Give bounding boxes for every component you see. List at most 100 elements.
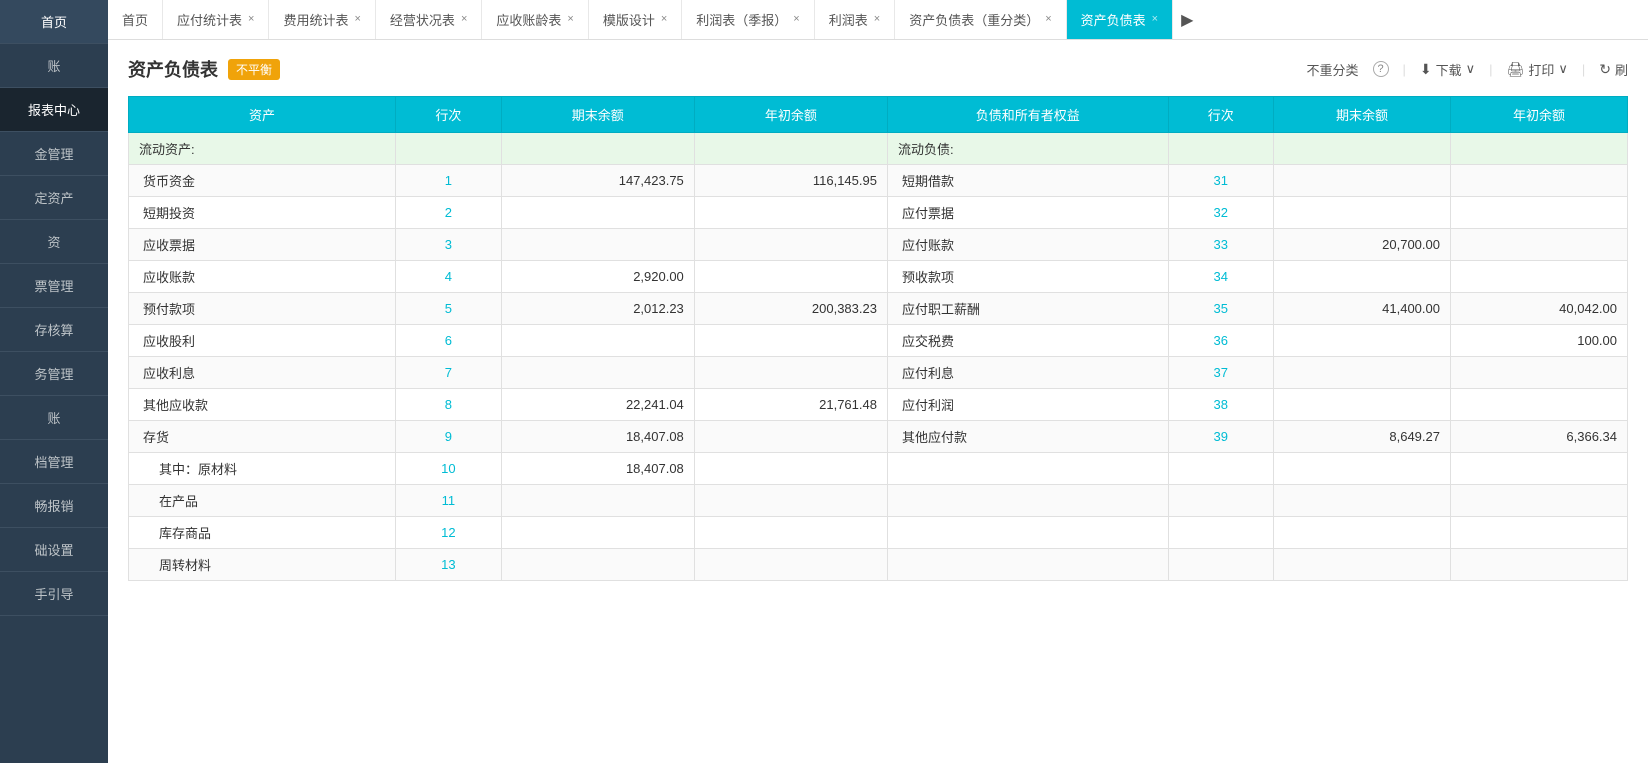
table-row[interactable]: 周转材料 13 [129,549,1628,581]
tab-scroll-right[interactable]: ▶ [1173,0,1201,39]
left-label: 存货 [129,421,396,453]
tab-operation-label: 经营状况表 [390,10,455,29]
tab-profit[interactable]: 利润表 × [815,0,895,39]
sidebar-item-expense[interactable]: 畅报销 [0,484,108,528]
tab-bs-reclassify[interactable]: 资产负债表（重分类） × [895,0,1066,39]
left-label: 应收票据 [129,229,396,261]
right-year-start [1450,485,1627,517]
table-row[interactable]: 应收股利 6 应交税费 36 100.00 [129,325,1628,357]
download-arrow-icon: ∨ [1466,61,1476,77]
refresh-label: 刷 [1615,60,1628,79]
download-btn[interactable]: ⬇ 下载 ∨ [1420,60,1475,79]
sidebar-item-home[interactable]: 首页 [0,0,108,44]
sidebar-item-basic-settings[interactable]: 础设置 [0,528,108,572]
tab-template-close[interactable]: × [661,14,667,25]
left-row-num: 7 [396,357,502,389]
right-label: 应交税费 [887,325,1168,357]
sidebar-item-ticket-mgmt[interactable]: 票管理 [0,264,108,308]
tab-bs[interactable]: 资产负债表 × [1067,0,1173,39]
left-label: 库存商品 [129,517,396,549]
sidebar-item-fund-mgmt[interactable]: 金管理 [0,132,108,176]
help-icon[interactable]: ? [1373,61,1389,77]
right-row-num: 34 [1168,261,1274,293]
table-row[interactable]: 存货 9 18,407.08 其他应付款 39 8,649.27 6,366.3… [129,421,1628,453]
table-row[interactable]: 应收账款 4 2,920.00 预收款项 34 [129,261,1628,293]
refresh-icon: ↻ [1599,61,1611,78]
sidebar-item-task-mgmt[interactable]: 务管理 [0,352,108,396]
left-row-num: 8 [396,389,502,421]
tab-ap-stat[interactable]: 应付统计表 × [163,0,269,39]
sidebar-item-ledger[interactable]: 账 [0,396,108,440]
left-row-num: 10 [396,453,502,485]
sidebar-item-inventory[interactable]: 存核算 [0,308,108,352]
no-reclassify-btn[interactable]: 不重分类 [1306,60,1358,79]
left-row-num: 11 [396,485,502,517]
left-row-num: 2 [396,197,502,229]
right-row-num [1168,517,1274,549]
report-table: 资产 行次 期末余额 年初余额 负债和所有者权益 行次 期末余额 年初余额 流动… [128,96,1628,581]
col-row-num-right: 行次 [1168,97,1274,133]
left-label: 其中：原材料 [129,453,396,485]
tab-home[interactable]: 首页 [108,0,163,39]
sidebar-item-assets[interactable]: 资 [0,220,108,264]
tab-bs-close[interactable]: × [1152,14,1158,25]
table-row[interactable]: 其中：原材料 10 18,407.08 [129,453,1628,485]
left-year-start: 21,761.48 [694,389,887,421]
right-period-end: 20,700.00 [1274,229,1451,261]
print-btn[interactable]: 🖨 打印 ∨ [1507,60,1568,79]
tab-template[interactable]: 模版设计 × [589,0,682,39]
right-year-start: 100.00 [1450,325,1627,357]
sidebar-item-fixed-assets[interactable]: 定资产 [0,176,108,220]
right-label: 其他应付款 [887,421,1168,453]
download-label: 下载 [1436,60,1462,79]
tab-ap-stat-close[interactable]: × [248,14,254,25]
content-area: 资产负债表 不平衡 不重分类 ? | ⬇ 下载 ∨ | 🖨 打印 ∨ | [108,40,1648,763]
download-icon: ⬇ [1420,61,1432,78]
right-period-end [1274,325,1451,357]
col-year-start-left: 年初余额 [694,97,887,133]
left-year-start [694,229,887,261]
refresh-btn[interactable]: ↻ 刷 [1599,60,1628,79]
right-period-end [1274,517,1451,549]
sidebar-item-account[interactable]: 账 [0,44,108,88]
table-row[interactable]: 应收利息 7 应付利息 37 [129,357,1628,389]
tab-profit-close[interactable]: × [874,14,880,25]
right-year-start [1450,357,1627,389]
left-year-start [694,549,887,581]
tab-profit-q-close[interactable]: × [793,14,799,25]
table-row[interactable]: 短期投资 2 应付票据 32 [129,197,1628,229]
col-period-end-right: 期末余额 [1274,97,1451,133]
tab-ar-age-close[interactable]: × [567,14,573,25]
tab-expense-stat-close[interactable]: × [354,14,360,25]
tab-ar-age-label: 应收账龄表 [496,10,561,29]
sidebar-item-guide[interactable]: 手引导 [0,572,108,616]
right-row-num: 37 [1168,357,1274,389]
table-row[interactable]: 在产品 11 [129,485,1628,517]
right-year-start [1450,453,1627,485]
tab-operation-close[interactable]: × [461,14,467,25]
table-row[interactable]: 库存商品 12 [129,517,1628,549]
left-year-start [694,485,887,517]
left-row-num: 3 [396,229,502,261]
right-period-end [1274,165,1451,197]
table-row[interactable]: 应收票据 3 应付账款 33 20,700.00 [129,229,1628,261]
tab-ar-age[interactable]: 应收账龄表 × [482,0,588,39]
sidebar-item-doc-mgmt[interactable]: 档管理 [0,440,108,484]
tab-expense-stat[interactable]: 费用统计表 × [269,0,375,39]
table-row[interactable]: 其他应收款 8 22,241.04 21,761.48 应付利润 38 [129,389,1628,421]
sidebar-item-report-center[interactable]: 报表中心 [0,88,108,132]
page-title: 资产负债表 [128,56,218,82]
print-arrow-icon: ∨ [1558,61,1568,77]
tab-operation[interactable]: 经营状况表 × [376,0,482,39]
left-period-end: 18,407.08 [501,453,694,485]
table-row[interactable]: 预付款项 5 2,012.23 200,383.23 应付职工薪酬 35 41,… [129,293,1628,325]
right-year-start [1450,197,1627,229]
left-row-num: 4 [396,261,502,293]
left-label: 预付款项 [129,293,396,325]
table-row[interactable]: 货币资金 1 147,423.75 116,145.95 短期借款 31 [129,165,1628,197]
tab-bs-reclassify-close[interactable]: × [1045,14,1051,25]
left-row-num: 9 [396,421,502,453]
right-row-num: 31 [1168,165,1274,197]
tab-profit-q[interactable]: 利润表（季报） × [682,0,814,39]
left-row-num: 13 [396,549,502,581]
